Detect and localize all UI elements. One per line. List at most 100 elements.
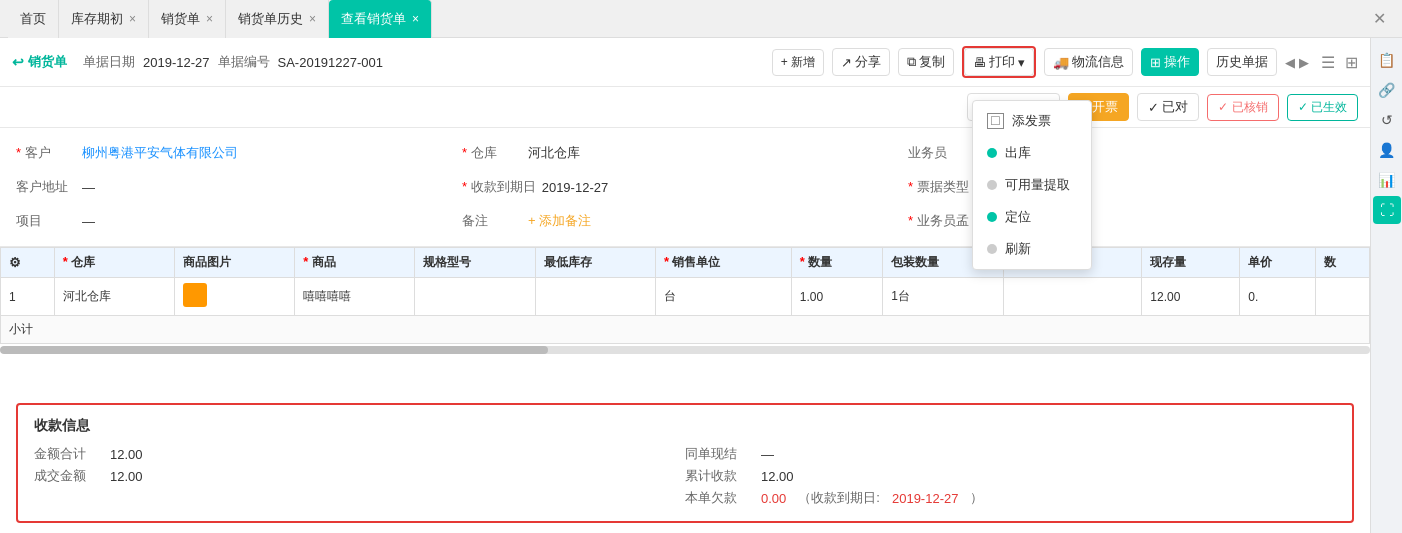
ticket-type-label: 票据类型 — [908, 178, 969, 196]
sales-staff-label: 业务员孟 — [908, 212, 969, 230]
product-table: ⚙ * 仓库 商品图片 * 商品 规格型号 最低库存 * 销售单位 * 数量 包… — [0, 247, 1370, 344]
check-icon: ✓ — [1148, 100, 1159, 115]
truck-icon: 🚚 — [1053, 55, 1069, 70]
share-button[interactable]: ↗ 分享 — [832, 48, 890, 76]
sidebar-icon-chart[interactable]: 📊 — [1373, 166, 1401, 194]
due-date-field: 收款到期日 2019-12-27 — [462, 174, 908, 200]
canceled-button[interactable]: ✓ 已核销 — [1207, 94, 1278, 121]
total-value: 12.00 — [110, 447, 143, 462]
window-close-button[interactable]: ✕ — [1365, 5, 1394, 32]
nav-arrows: ◀ ▶ — [1285, 55, 1309, 70]
cell-pack-qty: 1台 — [883, 278, 1003, 316]
sidebar-icon-link[interactable]: 🔗 — [1373, 76, 1401, 104]
locate-dot — [987, 212, 997, 222]
payment-info: 收款信息 金额合计 12.00 成交金额 12.00 同单现结 — — [16, 403, 1354, 523]
col-warehouse: * 仓库 — [54, 248, 174, 278]
confirm-button[interactable]: ✓ 已对 — [1137, 93, 1199, 121]
table-row: 1 河北仓库 嘻嘻嘻嘻 台 1.00 1台 12.00 0. — [1, 278, 1370, 316]
tab-sales-history-close[interactable]: × — [309, 12, 316, 26]
print-dropdown-icon: ▾ — [1018, 55, 1025, 70]
view-toggle-list[interactable]: ☰ — [1321, 53, 1335, 72]
col-spec: 规格型号 — [415, 248, 535, 278]
copy-button[interactable]: ⧉ 复制 — [898, 48, 954, 76]
sidebar-icon-expand[interactable]: ⛶ — [1373, 196, 1401, 224]
new-button[interactable]: + 新增 — [772, 49, 824, 76]
cumulative-value: 12.00 — [761, 469, 794, 484]
deal-amount-label: 成交金额 — [34, 467, 98, 485]
product-table-wrapper: ⚙ * 仓库 商品图片 * 商品 规格型号 最低库存 * 销售单位 * 数量 包… — [0, 247, 1370, 393]
due-date-label: 收款到期日 — [462, 178, 536, 196]
dropdown-outbound[interactable]: 出库 — [973, 137, 1091, 169]
notes-action[interactable]: + 添加备注 — [528, 212, 591, 230]
logistics-button[interactable]: 🚚 物流信息 — [1044, 48, 1133, 76]
next-icon[interactable]: ▶ — [1299, 55, 1309, 70]
due-date-value: 2019-12-27 — [542, 180, 609, 195]
sidebar-icon-doc[interactable]: 📋 — [1373, 46, 1401, 74]
col-img: 商品图片 — [174, 248, 294, 278]
dropdown-avail-extract[interactable]: 可用量提取 — [973, 169, 1091, 201]
tab-sales[interactable]: 销货单 × — [149, 0, 226, 38]
cell-qty: 1.00 — [791, 278, 882, 316]
avail-extract-dot — [987, 180, 997, 190]
sidebar-icon-refresh[interactable]: ↺ — [1373, 106, 1401, 134]
owed-note: （收款到期日: — [798, 489, 880, 507]
share-icon: ↗ — [841, 55, 852, 70]
tab-sales-close[interactable]: × — [206, 12, 213, 26]
customer-label: 客户 — [16, 144, 76, 162]
outbound-dot — [987, 148, 997, 158]
project-label: 项目 — [16, 212, 76, 230]
refresh-dot — [987, 244, 997, 254]
col-gear[interactable]: ⚙ — [1, 248, 55, 278]
cell-avail-qty — [1003, 278, 1142, 316]
dropdown-refresh[interactable]: 刷新 — [973, 233, 1091, 265]
col-extra: 数 — [1316, 248, 1370, 278]
tab-home[interactable]: 首页 — [8, 0, 59, 38]
owed-date: 2019-12-27 — [892, 491, 959, 506]
warehouse-value: 河北仓库 — [528, 144, 580, 162]
gear-icon: ⚙ — [9, 255, 21, 270]
same-order-label: 同单现结 — [685, 445, 749, 463]
operation-button[interactable]: ⊞ 操作 — [1141, 48, 1199, 76]
warehouse-field: 仓库 河北仓库 — [462, 140, 908, 166]
dropdown-add-invoice[interactable]: ☐ 添发票 — [973, 105, 1091, 137]
cell-spec — [415, 278, 535, 316]
col-price: 单价 — [1240, 248, 1316, 278]
right-sidebar: 📋 🔗 ↺ 👤 📊 ⛶ — [1370, 38, 1402, 533]
dropdown-locate[interactable]: 定位 — [973, 201, 1091, 233]
cell-img — [174, 278, 294, 316]
history-button[interactable]: 历史单据 — [1207, 48, 1277, 76]
tab-view-sales-close[interactable]: × — [412, 12, 419, 26]
col-unit: * 销售单位 — [655, 248, 791, 278]
subtotal-label: 小计 — [1, 316, 1370, 344]
print-button[interactable]: 🖶 打印 ▾ — [964, 48, 1034, 76]
owed-label: 本单欠款 — [685, 489, 749, 507]
notes-field: 备注 + 添加备注 — [462, 208, 908, 234]
doc-title: ↩ 销货单 — [12, 53, 67, 71]
tab-inventory-close[interactable]: × — [129, 12, 136, 26]
invoice-checkbox-icon: ☐ — [987, 113, 1004, 129]
cell-min-stock — [535, 278, 655, 316]
scrollbar-thumb — [0, 346, 548, 354]
cell-no: 1 — [1, 278, 55, 316]
staff-label: 业务员 — [908, 144, 968, 162]
owed-close: ） — [970, 489, 1034, 507]
sidebar-icon-user[interactable]: 👤 — [1373, 136, 1401, 164]
view-toggle-grid[interactable]: ⊞ — [1345, 53, 1358, 72]
copy-icon: ⧉ — [907, 54, 916, 70]
project-field: 项目 — — [16, 208, 462, 234]
notes-label: 备注 — [462, 212, 522, 230]
tab-view-sales[interactable]: 查看销货单 × — [329, 0, 432, 38]
col-qty: * 数量 — [791, 248, 882, 278]
cell-unit: 台 — [655, 278, 791, 316]
tab-sales-history[interactable]: 销货单历史 × — [226, 0, 329, 38]
customer-value[interactable]: 柳州粤港平安气体有限公司 — [82, 144, 238, 162]
toolbar-right: + 新增 ↗ 分享 ⧉ 复制 🖶 打印 ▾ 🚚 — [772, 46, 1358, 78]
prev-icon[interactable]: ◀ — [1285, 55, 1295, 70]
effective-button[interactable]: ✓ 已生效 — [1287, 94, 1358, 121]
subtotal-row: 小计 — [1, 316, 1370, 344]
deal-amount-row: 成交金额 12.00 — [34, 465, 685, 487]
same-order-value: — — [761, 447, 774, 462]
cell-price: 0. — [1240, 278, 1316, 316]
table-scrollbar[interactable] — [0, 346, 1370, 354]
tab-inventory[interactable]: 库存期初 × — [59, 0, 149, 38]
